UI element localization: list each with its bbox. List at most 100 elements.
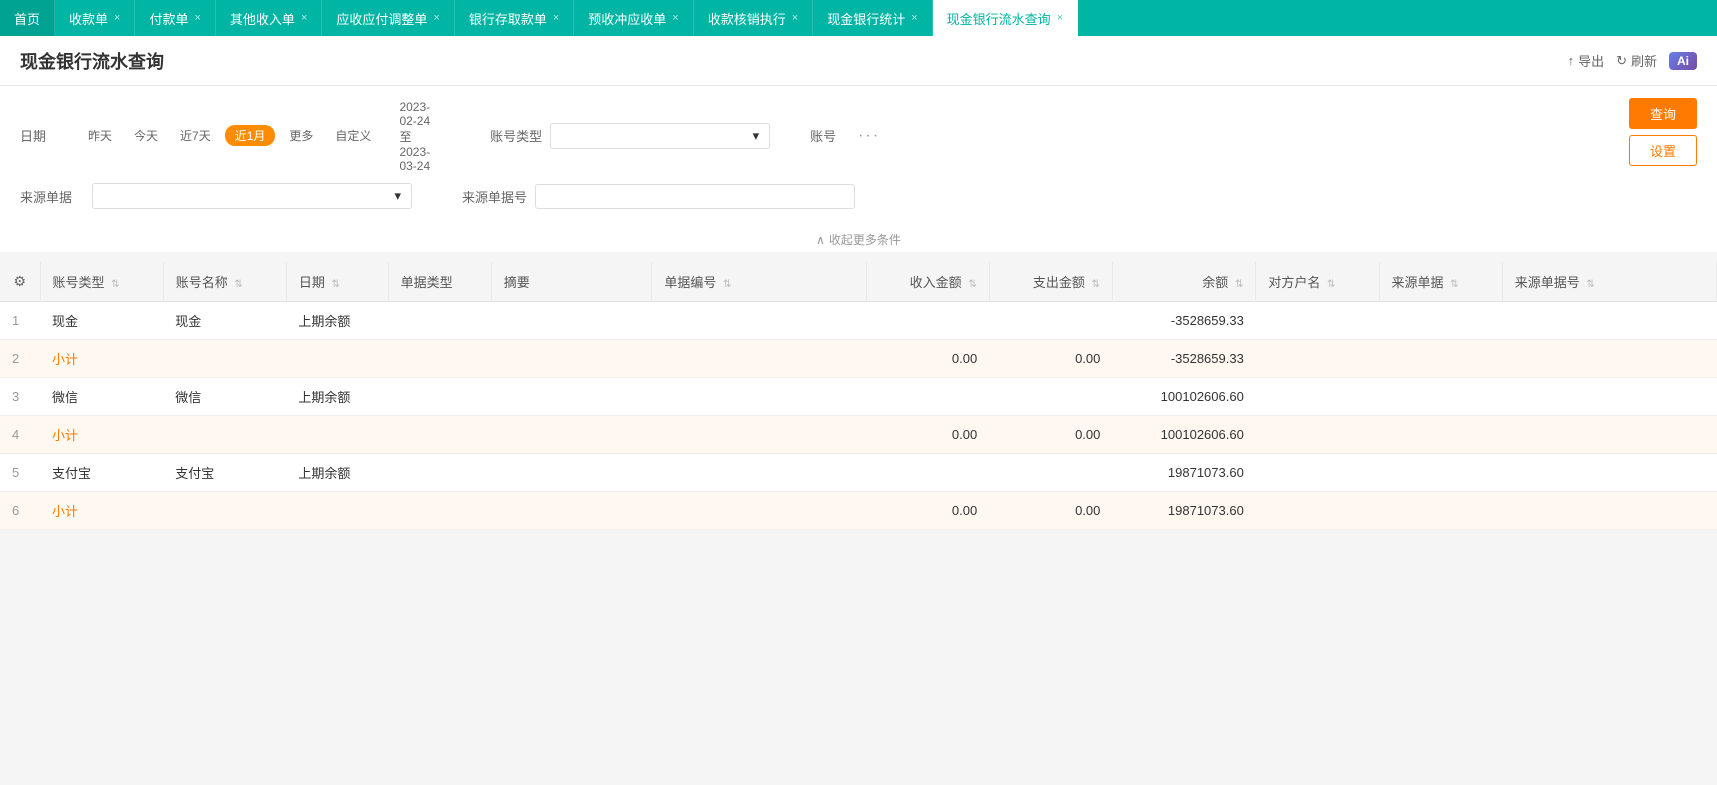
cell-balance: 100102606.60 <box>1112 416 1255 454</box>
nav-cash-stats-close[interactable]: × <box>911 12 917 24</box>
nav-prepaid-label: 预收冲应收单 <box>588 9 666 28</box>
date-1month[interactable]: 近1月 <box>225 125 276 146</box>
source-doc-num-input[interactable] <box>535 184 855 209</box>
cell-doc-type <box>388 378 491 416</box>
cell-income <box>866 454 989 492</box>
nav-collection-close[interactable]: × <box>792 12 798 24</box>
cell-expense: 0.00 <box>989 492 1112 530</box>
cell-expense: 0.00 <box>989 340 1112 378</box>
table-row: 2小计0.000.00-3528659.33 <box>0 340 1717 378</box>
nav-adjustment-close[interactable]: × <box>433 12 439 24</box>
col-doc-number: 单据编号 ⇅ <box>652 262 866 302</box>
cell-summary <box>491 378 652 416</box>
nav-other-income-close[interactable]: × <box>301 12 307 24</box>
sort-counterpart-icon[interactable]: ⇅ <box>1327 279 1335 290</box>
date-filter-row: 日期 昨天 今天 近7天 近1月 更多 自定义 2023-02-24 至 202… <box>20 98 1629 173</box>
sort-account-name-icon[interactable]: ⇅ <box>234 279 242 290</box>
nav-payments[interactable]: 付款单 × <box>135 0 215 36</box>
query-button[interactable]: 查询 <box>1629 98 1697 129</box>
cell-doc-number <box>652 454 866 492</box>
nav-collection[interactable]: 收款核销执行 × <box>694 0 813 36</box>
cell-date: 上期余额 <box>286 378 388 416</box>
cell-account-type: 支付宝 <box>40 454 163 492</box>
cell-source-doc <box>1379 454 1502 492</box>
source-doc-select[interactable]: ▾ <box>92 183 412 209</box>
date-yesterday[interactable]: 昨天 <box>80 125 120 146</box>
nav-collection-label: 收款核销执行 <box>708 9 786 28</box>
date-options: 昨天 今天 近7天 近1月 更多 自定义 <box>80 125 379 146</box>
row-number: 4 <box>0 416 40 454</box>
sort-source-doc-icon[interactable]: ⇅ <box>1450 279 1458 290</box>
nav-prepaid[interactable]: 预收冲应收单 × <box>574 0 693 36</box>
cell-summary <box>491 302 652 340</box>
sort-date-icon[interactable]: ⇅ <box>332 279 340 290</box>
cell-doc-number <box>652 378 866 416</box>
cell-summary <box>491 416 652 454</box>
cell-date <box>286 340 388 378</box>
account-dots[interactable]: ··· <box>858 127 880 145</box>
export-button[interactable]: ↑ 导出 <box>1568 51 1605 70</box>
cell-source-doc-num <box>1502 416 1716 454</box>
setting-button[interactable]: 设置 <box>1629 135 1697 166</box>
col-expense: 支出金额 ⇅ <box>989 262 1112 302</box>
nav-receipts-label: 收款单 <box>69 9 108 28</box>
nav-prepaid-close[interactable]: × <box>672 12 678 24</box>
date-7days[interactable]: 近7天 <box>172 125 219 146</box>
cell-date <box>286 416 388 454</box>
sort-expense-icon[interactable]: ⇅ <box>1092 279 1100 290</box>
nav-receipts[interactable]: 收款单 × <box>55 0 135 36</box>
table-row: 1现金现金上期余额-3528659.33 <box>0 302 1717 340</box>
nav-other-income[interactable]: 其他收入单 × <box>216 0 322 36</box>
col-settings[interactable]: ⚙ <box>0 262 40 302</box>
table-container: ⚙ 账号类型 ⇅ 账号名称 ⇅ 日期 ⇅ 单据类型 摘要 <box>0 262 1717 530</box>
data-table: ⚙ 账号类型 ⇅ 账号名称 ⇅ 日期 ⇅ 单据类型 摘要 <box>0 262 1717 530</box>
cell-account-type: 现金 <box>40 302 163 340</box>
nav-cash-flow-close[interactable]: × <box>1057 12 1063 24</box>
nav-payments-close[interactable]: × <box>194 12 200 24</box>
cell-counterpart <box>1256 340 1379 378</box>
sort-income-icon[interactable]: ⇅ <box>968 279 976 290</box>
col-balance: 余额 ⇅ <box>1112 262 1255 302</box>
cell-counterpart <box>1256 378 1379 416</box>
row-number: 5 <box>0 454 40 492</box>
cell-summary <box>491 492 652 530</box>
cell-source-doc-num <box>1502 302 1716 340</box>
cell-expense <box>989 454 1112 492</box>
table-row: 4小计0.000.00100102606.60 <box>0 416 1717 454</box>
nav-cash-flow[interactable]: 现金银行流水查询 × <box>933 0 1078 36</box>
nav-bank-deposit-close[interactable]: × <box>553 12 559 24</box>
export-icon: ↑ <box>1568 53 1575 68</box>
date-today[interactable]: 今天 <box>126 125 166 146</box>
ai-button[interactable]: Ai <box>1669 52 1697 70</box>
nav-bank-deposit[interactable]: 银行存取款单 × <box>455 0 574 36</box>
collapse-bar[interactable]: ∧ 收起更多条件 <box>20 227 1697 252</box>
cell-expense <box>989 378 1112 416</box>
cell-counterpart <box>1256 454 1379 492</box>
nav-home[interactable]: 首页 <box>0 0 55 36</box>
cell-account-name: 支付宝 <box>163 454 286 492</box>
cell-expense: 0.00 <box>989 416 1112 454</box>
refresh-label: 刷新 <box>1631 51 1657 70</box>
cell-account-type: 小计 <box>40 416 163 454</box>
nav-receipts-close[interactable]: × <box>114 12 120 24</box>
sort-source-doc-num-icon[interactable]: ⇅ <box>1586 279 1594 290</box>
date-custom[interactable]: 自定义 <box>327 125 379 146</box>
cell-summary <box>491 454 652 492</box>
cell-balance: 100102606.60 <box>1112 378 1255 416</box>
nav-adjustment[interactable]: 应收应付调整单 × <box>322 0 454 36</box>
sort-balance-icon[interactable]: ⇅ <box>1235 279 1243 290</box>
date-more[interactable]: 更多 <box>281 125 321 146</box>
cell-income <box>866 378 989 416</box>
filter-buttons: 查询 设置 <box>1629 98 1697 166</box>
settings-icon[interactable]: ⚙ <box>13 273 26 289</box>
nav-cash-stats[interactable]: 现金银行统计 × <box>813 0 932 36</box>
sort-doc-number-icon[interactable]: ⇅ <box>723 279 731 290</box>
refresh-button[interactable]: ↻ 刷新 <box>1616 51 1657 70</box>
account-type-select[interactable]: ▾ <box>550 123 770 149</box>
row-number: 3 <box>0 378 40 416</box>
cell-account-type: 小计 <box>40 340 163 378</box>
sort-account-type-icon[interactable]: ⇅ <box>111 279 119 290</box>
cell-balance: 19871073.60 <box>1112 454 1255 492</box>
source-doc-label: 来源单据 <box>20 187 72 206</box>
table-body: 1现金现金上期余额-3528659.332小计0.000.00-3528659.… <box>0 302 1717 530</box>
